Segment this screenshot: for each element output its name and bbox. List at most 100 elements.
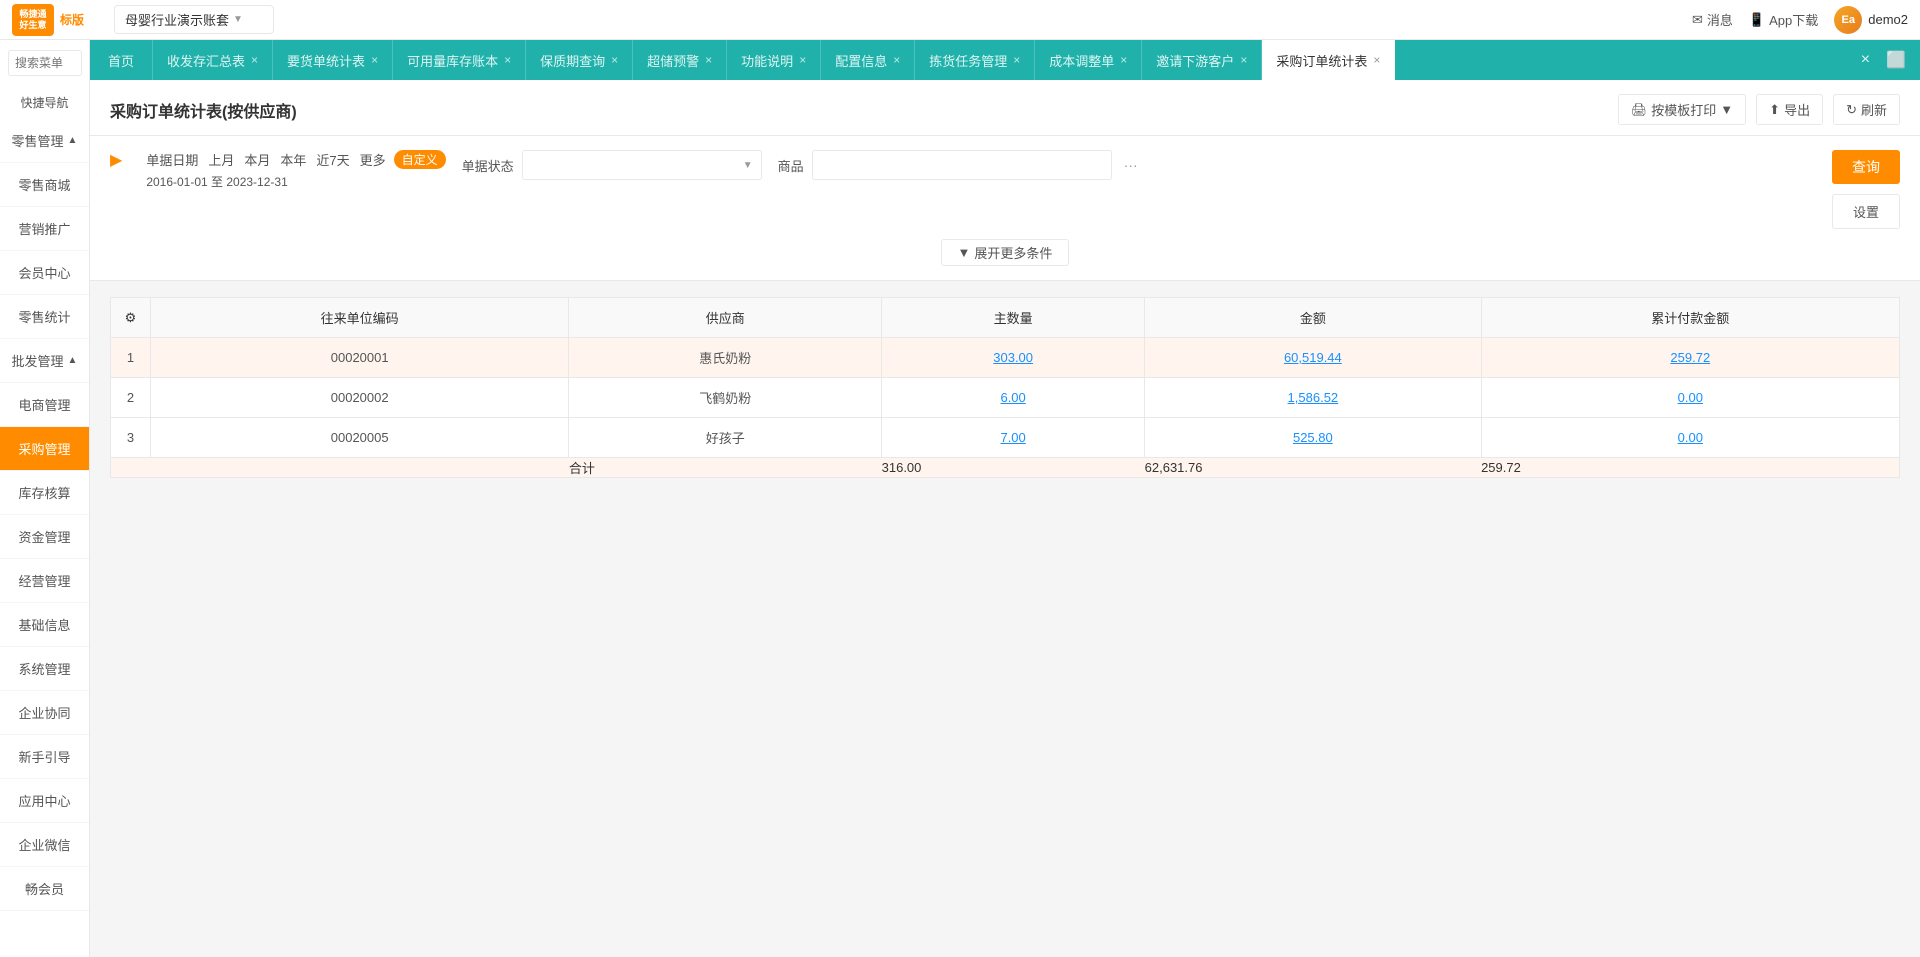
date-shortcut-this-year[interactable]: 本年 <box>278 150 308 169</box>
tab-cost-adjust[interactable]: 成本调整单 × <box>1035 40 1142 80</box>
tab-home[interactable]: 首页 <box>90 40 153 80</box>
sidebar-item-finance[interactable]: 资金管理 <box>0 515 89 559</box>
sidebar-item-marketing[interactable]: 营销推广 <box>0 207 89 251</box>
sidebar-item-app-center[interactable]: 应用中心 <box>0 779 89 823</box>
date-shortcut-last-month[interactable]: 上月 <box>206 150 236 169</box>
col-settings-icon[interactable]: ⚙ <box>125 310 137 325</box>
footer-qty: 316.00 <box>882 458 1145 478</box>
data-table: ⚙ 往来单位编码 供应商 主数量 金额 累计付款金额 1 00020001 <box>110 297 1900 478</box>
sidebar-item-purchase[interactable]: 采购管理 <box>0 427 89 471</box>
sidebar-item-enterprise-collab[interactable]: 企业协同 <box>0 691 89 735</box>
status-select-arrow-icon: ▼ <box>743 160 753 171</box>
sidebar-item-basic-info[interactable]: 基础信息 <box>0 603 89 647</box>
template-print-button[interactable]: 🖨 按模板打印 ▼ <box>1618 94 1746 125</box>
date-shortcut-7days[interactable]: 近7天 <box>314 150 351 169</box>
row-qty[interactable]: 303.00 <box>882 338 1145 378</box>
app-download-button[interactable]: 📱 App下载 <box>1749 10 1818 29</box>
sidebar-item-label: 电商管理 <box>18 398 70 413</box>
query-button[interactable]: 查询 <box>1832 150 1900 184</box>
tab-close-icon[interactable]: × <box>1240 53 1247 67</box>
search-menu-input[interactable] <box>8 50 82 76</box>
tab-close-icon[interactable]: × <box>1120 53 1127 67</box>
tab-expiry-query[interactable]: 保质期查询 × <box>526 40 633 80</box>
sidebar-item-system[interactable]: 系统管理 <box>0 647 89 691</box>
tab-function-desc[interactable]: 功能说明 × <box>727 40 821 80</box>
sidebar-item-enterprise-wechat[interactable]: 企业微信 <box>0 823 89 867</box>
sidebar-item-operations[interactable]: 经营管理 <box>0 559 89 603</box>
date-custom-tag[interactable]: 自定义 <box>394 150 446 169</box>
tab-close-icon[interactable]: × <box>504 53 511 67</box>
tab-close-icon[interactable]: × <box>1013 53 1020 67</box>
row-amount[interactable]: 60,519.44 <box>1145 338 1481 378</box>
tab-bar-end: × ⬜ <box>1847 48 1920 72</box>
workspace-name: 母婴行业演示账套 <box>125 10 229 29</box>
main-layout: 快捷导航 零售管理 ▲ 零售商城 营销推广 会员中心 零售统计 批发管理 ▲ 电… <box>0 40 1920 957</box>
user-area[interactable]: Ea demo2 <box>1834 6 1908 34</box>
tab-close-icon[interactable]: × <box>705 53 712 67</box>
tab-close-icon[interactable]: × <box>893 53 900 67</box>
tab-order-stats[interactable]: 要货单统计表 × <box>273 40 393 80</box>
tab-close-icon[interactable]: × <box>371 53 378 67</box>
tab-receive-summary[interactable]: 收发存汇总表 × <box>153 40 273 80</box>
tab-close-icon[interactable]: × <box>611 53 618 67</box>
goods-filter-input[interactable] <box>812 150 1112 180</box>
message-button[interactable]: ✉ 消息 <box>1692 10 1733 29</box>
tab-usable-stock[interactable]: 可用量库存账本 × <box>393 40 526 80</box>
tab-close-icon[interactable]: × <box>251 53 258 67</box>
filter-expand-icon[interactable]: ▶ <box>110 150 122 170</box>
row-code: 00020001 <box>151 338 569 378</box>
sidebar-item-ecommerce[interactable]: 电商管理 <box>0 383 89 427</box>
sidebar-item-inventory[interactable]: 库存核算 <box>0 471 89 515</box>
date-shortcut-more[interactable]: 更多 <box>358 150 388 169</box>
sidebar-item-retail-store[interactable]: 零售商城 <box>0 163 89 207</box>
footer-empty2 <box>151 458 569 478</box>
tab-close-all-button[interactable]: × <box>1855 49 1876 71</box>
tab-purchase-order-stats[interactable]: 采购订单统计表 × <box>1262 40 1395 80</box>
sidebar-item-retail-management[interactable]: 零售管理 ▲ <box>0 119 89 163</box>
table-row: 3 00020005 好孩子 7.00 525.80 0.00 <box>111 418 1900 458</box>
refresh-button[interactable]: ↻ 刷新 <box>1833 94 1900 125</box>
top-bar-right: ✉ 消息 📱 App下载 Ea demo2 <box>1692 6 1908 34</box>
tab-pick-task[interactable]: 拣货任务管理 × <box>915 40 1035 80</box>
footer-label: 合计 <box>569 458 882 478</box>
tab-overstock-warning[interactable]: 超储预警 × <box>633 40 727 80</box>
sidebar-item-newbie[interactable]: 新手引导 <box>0 735 89 779</box>
row-paid[interactable]: 0.00 <box>1481 418 1899 458</box>
template-print-label: 按模板打印 <box>1651 100 1716 119</box>
sidebar-item-label: 新手引导 <box>18 750 70 765</box>
sidebar-item-member-center[interactable]: 会员中心 <box>0 251 89 295</box>
sidebar-quick-nav[interactable]: 快捷导航 <box>0 86 89 119</box>
export-button[interactable]: ⬆ 导出 <box>1756 94 1823 125</box>
goods-more-icon[interactable]: ··· <box>1124 157 1138 173</box>
workspace-selector[interactable]: 母婴行业演示账套 <box>114 5 274 34</box>
sidebar-item-member[interactable]: 畅会员 <box>0 867 89 911</box>
sidebar-item-label: 企业微信 <box>18 838 70 853</box>
sidebar-item-retail-stats[interactable]: 零售统计 <box>0 295 89 339</box>
tab-label: 拣货任务管理 <box>929 51 1007 70</box>
row-amount[interactable]: 525.80 <box>1145 418 1481 458</box>
refresh-label: 刷新 <box>1861 100 1887 119</box>
row-paid[interactable]: 0.00 <box>1481 378 1899 418</box>
tab-close-icon[interactable]: × <box>1373 53 1380 67</box>
tab-label: 成本调整单 <box>1049 51 1114 70</box>
expand-more-button[interactable]: ▼ 展开更多条件 <box>941 239 1070 266</box>
row-qty[interactable]: 7.00 <box>882 418 1145 458</box>
tab-maximize-button[interactable]: ⬜ <box>1880 48 1912 72</box>
tab-config[interactable]: 配置信息 × <box>821 40 915 80</box>
col-code: 往来单位编码 <box>151 298 569 338</box>
row-amount[interactable]: 1,586.52 <box>1145 378 1481 418</box>
sidebar-item-label: 零售统计 <box>18 310 70 325</box>
status-filter-select[interactable]: ▼ <box>522 150 762 180</box>
settings-button[interactable]: 设置 <box>1832 194 1900 229</box>
row-qty[interactable]: 6.00 <box>882 378 1145 418</box>
sidebar-item-wholesale[interactable]: 批发管理 ▲ <box>0 339 89 383</box>
sidebar-item-label: 零售商城 <box>18 178 70 193</box>
row-paid[interactable]: 259.72 <box>1481 338 1899 378</box>
tab-invite-downstream[interactable]: 邀请下游客户 × <box>1142 40 1262 80</box>
date-shortcut-this-month[interactable]: 本月 <box>242 150 272 169</box>
row-supplier: 飞鹤奶粉 <box>569 378 882 418</box>
tab-label: 收发存汇总表 <box>167 51 245 70</box>
tab-close-icon[interactable]: × <box>799 53 806 67</box>
page-content: 采购订单统计表(按供应商) 🖨 按模板打印 ▼ ⬆ 导出 ↻ 刷新 <box>90 80 1920 957</box>
sidebar-item-label: 经营管理 <box>18 574 70 589</box>
